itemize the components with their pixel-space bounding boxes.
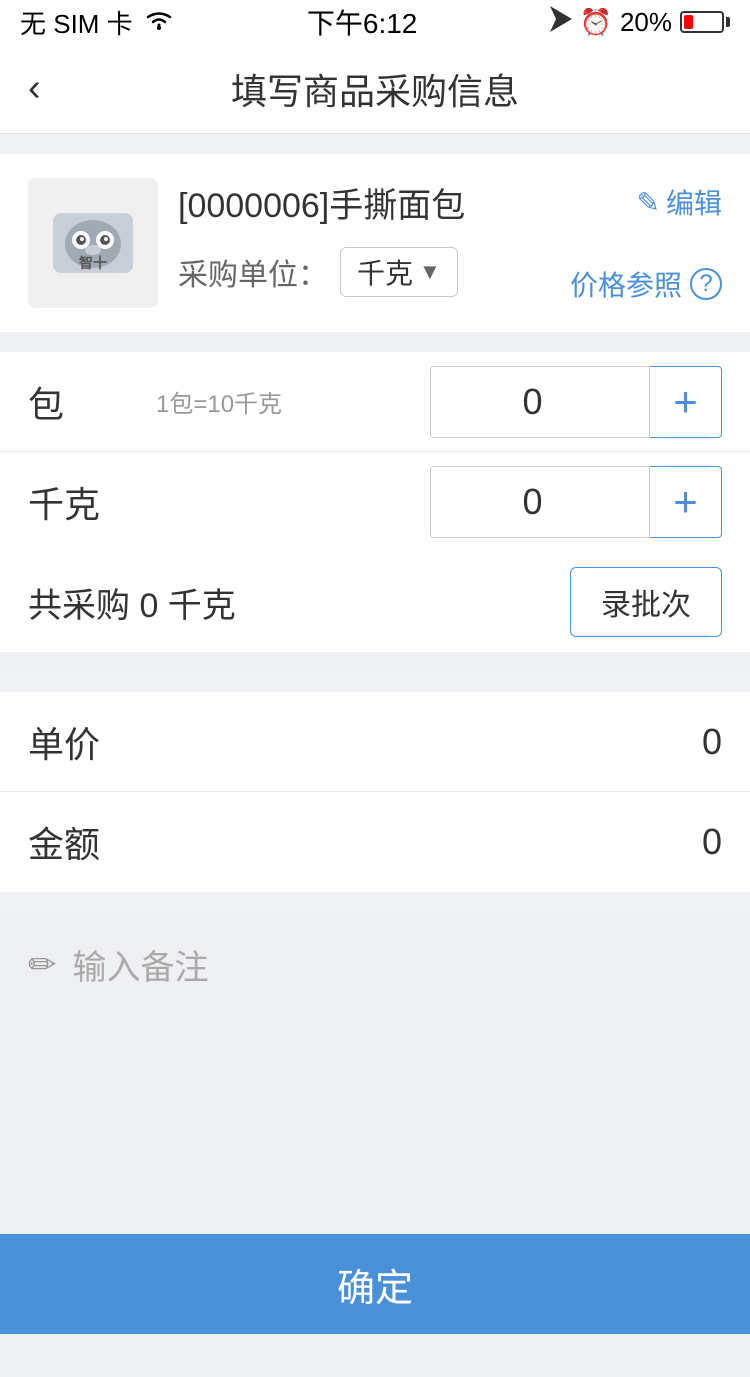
unit-price-label: 单价: [28, 716, 100, 768]
confirm-button[interactable]: 确定: [0, 1234, 750, 1334]
bag-qty-input[interactable]: [430, 366, 650, 438]
unit-value: 千克: [357, 252, 413, 292]
product-card: 智十 [0000006]手撕面包 采购单位： 千克 ▼ ✎ 编辑 价格参照 ?: [0, 154, 750, 332]
nav-bar: ‹ 填写商品采购信息: [0, 44, 750, 134]
price-ref-button[interactable]: 价格参照 ?: [570, 264, 722, 304]
unit-select[interactable]: 千克 ▼: [340, 247, 458, 297]
kg-plus-button[interactable]: +: [650, 466, 722, 538]
pencil-icon: ✏: [28, 945, 57, 985]
edit-icon: ✎: [637, 186, 660, 219]
status-left: 无 SIM 卡: [20, 4, 175, 41]
price-ref-icon: ?: [690, 268, 722, 300]
kg-qty-box: +: [430, 466, 722, 538]
unit-price-value: 0: [702, 721, 722, 763]
kg-label: 千克: [28, 476, 148, 528]
page-title: 填写商品采购信息: [231, 63, 519, 115]
wifi-icon: [143, 7, 175, 38]
summary-text: 共采购 0 千克: [28, 578, 236, 627]
section-divider-2: [0, 652, 750, 672]
price-ref-label: 价格参照: [570, 264, 682, 304]
bag-plus-button[interactable]: +: [650, 366, 722, 438]
unit-price-row: 单价 0: [0, 692, 750, 792]
kg-row: 千克 +: [0, 452, 750, 552]
remark-placeholder: 输入备注: [73, 940, 209, 989]
product-image: 智十: [28, 178, 158, 308]
bag-qty-box: +: [430, 366, 722, 438]
bag-label: 包: [28, 376, 148, 428]
edit-button[interactable]: ✎ 编辑: [637, 182, 722, 222]
section-divider-1: [0, 332, 750, 352]
svg-text:智十: 智十: [78, 255, 107, 271]
kg-qty-input[interactable]: [430, 466, 650, 538]
amount-row: 金额 0: [0, 792, 750, 892]
unit-dropdown-arrow: ▼: [419, 259, 441, 285]
remark-section[interactable]: ✏ 输入备注: [0, 912, 750, 1017]
bag-row: 包 1包=10千克 +: [0, 352, 750, 452]
amount-label: 金额: [28, 816, 100, 868]
edit-label: 编辑: [666, 182, 722, 222]
back-button[interactable]: ‹: [28, 67, 41, 110]
status-bar: 无 SIM 卡 下午6:12 ⏰ 20%: [0, 0, 750, 44]
no-sim-text: 无 SIM 卡: [20, 4, 133, 41]
alarm-icon: ⏰: [580, 7, 612, 38]
product-logo: 智十: [53, 213, 133, 273]
location-icon: [550, 6, 572, 39]
battery-icon: [680, 11, 730, 33]
bag-sublabel: 1包=10千克: [156, 384, 282, 419]
record-batch-button[interactable]: 录批次: [570, 567, 722, 637]
battery-pct: 20%: [620, 7, 672, 38]
status-right: ⏰ 20%: [550, 6, 730, 39]
unit-label: 采购单位：: [178, 250, 328, 294]
summary-row: 共采购 0 千克 录批次: [0, 552, 750, 652]
status-time: 下午6:12: [307, 2, 418, 42]
input-section: 包 1包=10千克 + 千克 +: [0, 352, 750, 552]
price-section: 单价 0 金额 0: [0, 692, 750, 892]
amount-value: 0: [702, 821, 722, 863]
